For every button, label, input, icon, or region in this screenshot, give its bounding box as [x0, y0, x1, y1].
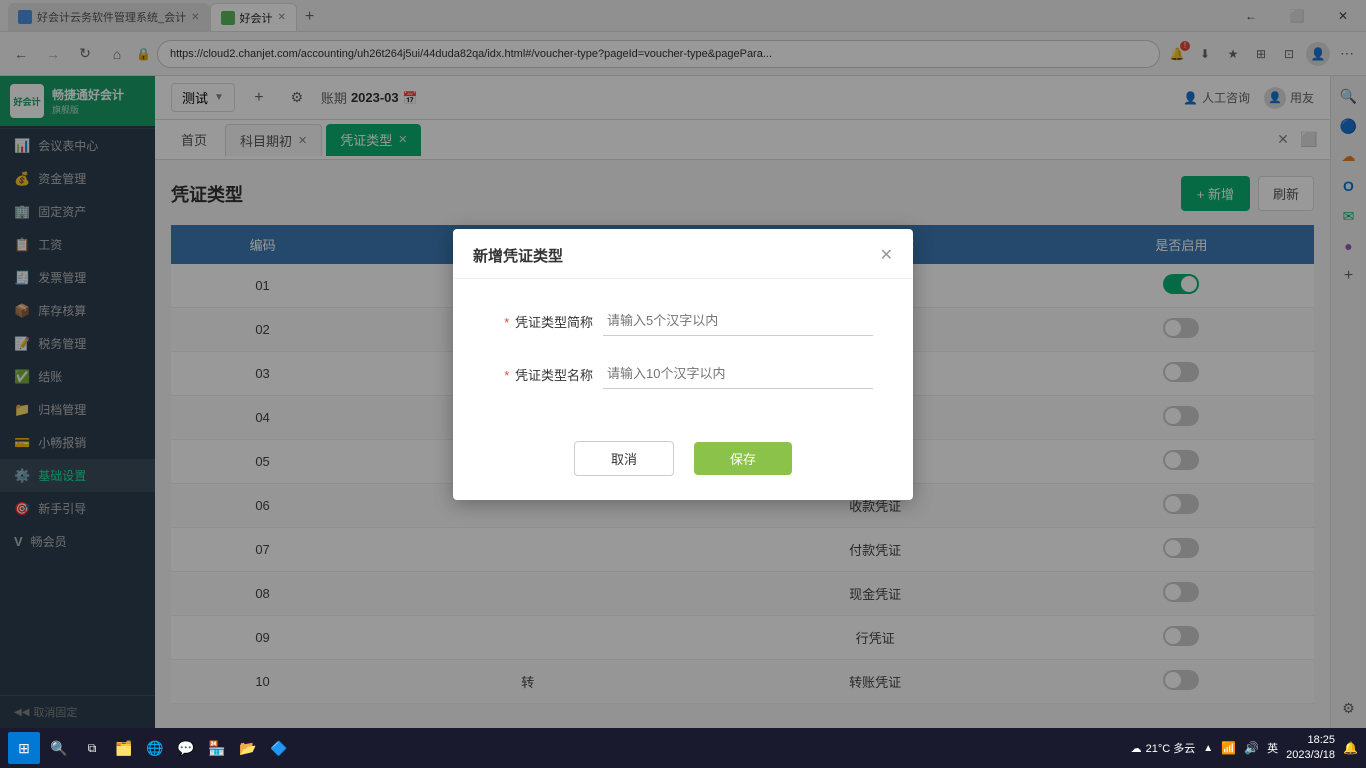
weather-text: 21°C 多云 [1146, 740, 1196, 756]
taskbar-files-icon[interactable]: 🗂️ [111, 735, 137, 761]
taskbar-store-icon[interactable]: 🏪 [204, 735, 230, 761]
start-button[interactable]: ⊞ [8, 732, 40, 764]
short-name-input[interactable] [603, 307, 873, 335]
save-button[interactable]: 保存 [694, 442, 792, 475]
modal-header: 新增凭证类型 ✕ [453, 229, 913, 279]
modal-dialog: 新增凭证类型 ✕ * 凭证类型简称 * [453, 229, 913, 500]
taskbar-time: 18:25 [1286, 733, 1335, 748]
form-row-short: * 凭证类型简称 [493, 307, 873, 336]
taskbar-volume-icon: 🔊 [1244, 741, 1259, 755]
taskbar-chrome-icon[interactable]: 🌐 [142, 735, 168, 761]
modal-footer: 取消 保存 [453, 433, 913, 500]
taskbar: ⊞ 🔍 ⧉ 🗂️ 🌐 💬 🏪 📂 🔷 ☁ 21°C 多云 ▲ 📶 🔊 英 18:… [0, 728, 1366, 768]
taskbar-weather-info: ☁ 21°C 多云 [1131, 740, 1196, 756]
form-row-fullname: * 凭证类型名称 [493, 360, 873, 389]
taskbar-time-area: 18:25 2023/3/18 [1286, 733, 1335, 764]
cancel-button[interactable]: 取消 [574, 441, 674, 476]
taskbar-search-button[interactable]: 🔍 [45, 734, 73, 762]
modal-overlay: 新增凭证类型 ✕ * 凭证类型简称 * [0, 0, 1366, 728]
modal-close-button[interactable]: ✕ [880, 245, 893, 265]
taskbar-right-area: ☁ 21°C 多云 ▲ 📶 🔊 英 18:25 2023/3/18 🔔 [1131, 733, 1358, 764]
full-name-label: * 凭证类型名称 [493, 365, 603, 384]
short-name-label: * 凭证类型简称 [493, 312, 603, 331]
taskbar-multitask-button[interactable]: ⧉ [78, 734, 106, 762]
required-star-1: * [504, 315, 509, 330]
taskbar-date: 2023/3/18 [1286, 748, 1335, 763]
taskbar-notification-icon[interactable]: 🔔 [1343, 741, 1358, 755]
taskbar-edge-icon[interactable]: 🔷 [266, 735, 292, 761]
taskbar-wechat-icon[interactable]: 💬 [173, 735, 199, 761]
weather-icon: ☁ [1131, 742, 1142, 755]
required-star-2: * [504, 368, 509, 383]
taskbar-lang: 英 [1267, 740, 1278, 756]
taskbar-folder-icon[interactable]: 📂 [235, 735, 261, 761]
taskbar-arrow-up[interactable]: ▲ [1203, 743, 1213, 754]
modal-body: * 凭证类型简称 * 凭证类型名称 [453, 279, 913, 433]
modal-title: 新增凭证类型 [473, 245, 563, 266]
full-name-input[interactable] [603, 360, 873, 388]
taskbar-wifi-icon: 📶 [1221, 741, 1236, 755]
